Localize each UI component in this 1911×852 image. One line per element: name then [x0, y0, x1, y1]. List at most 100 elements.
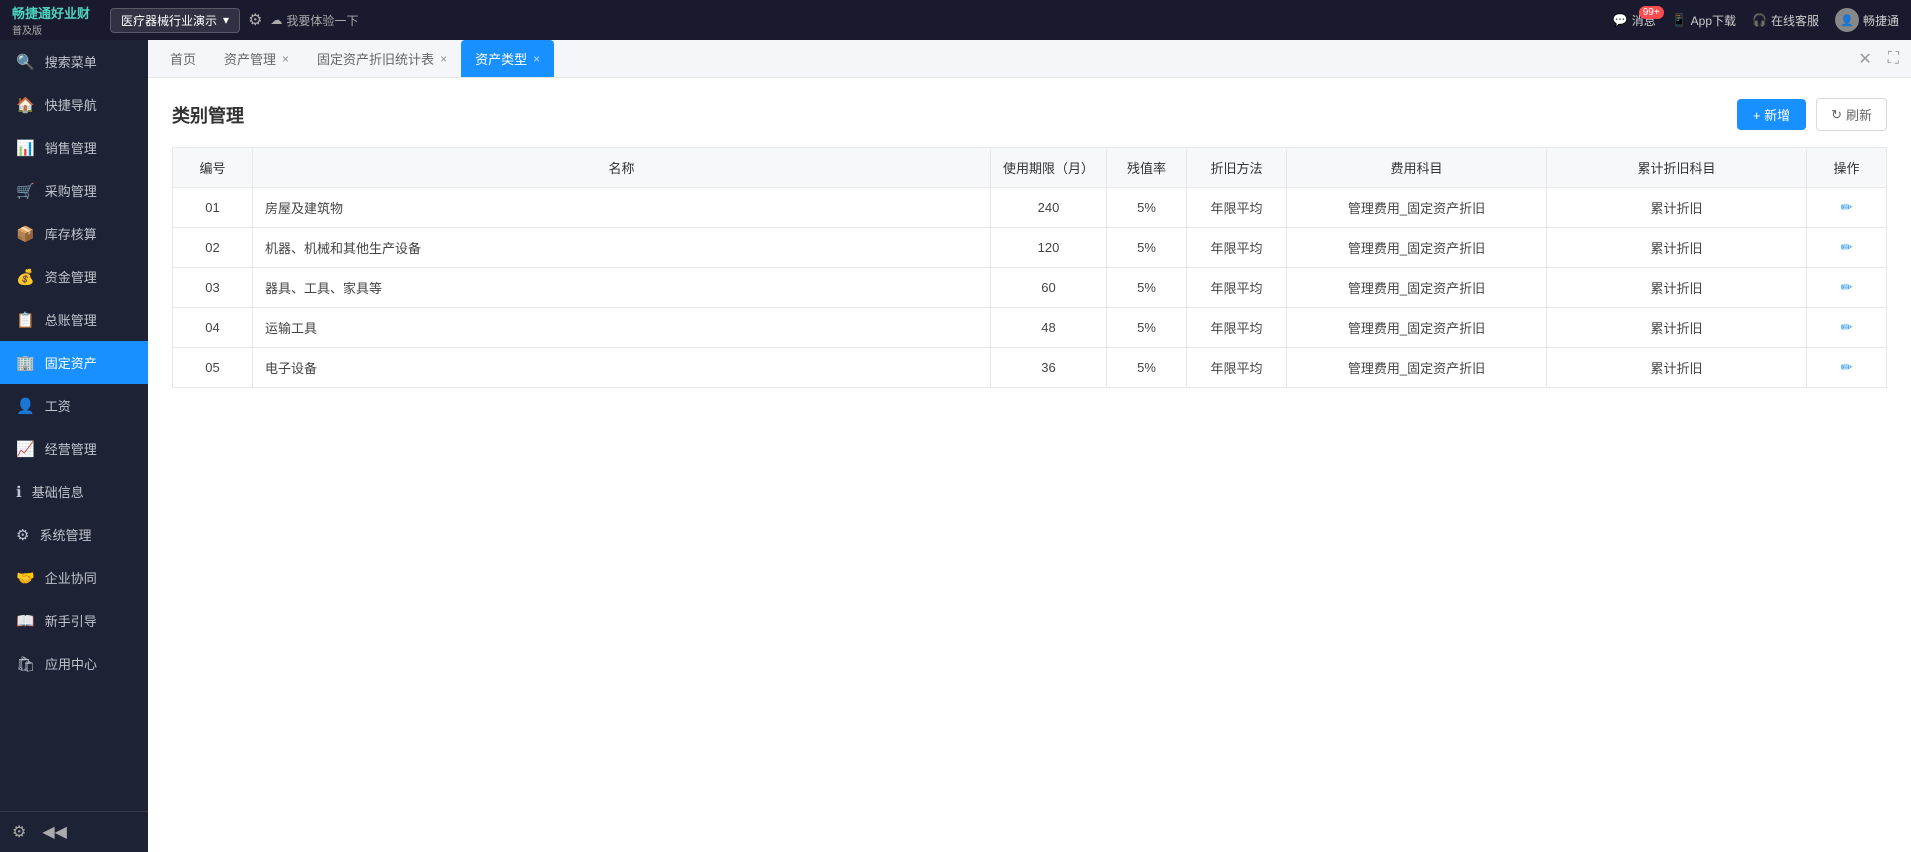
edit-button[interactable]: ✏: [1841, 199, 1853, 215]
cell-residual: 5%: [1107, 308, 1187, 348]
experience-btn[interactable]: ☁ 我要体验一下: [270, 12, 358, 29]
cell-period: 240: [990, 188, 1106, 228]
sidebar-item-guide[interactable]: 📖 新手引导: [0, 599, 148, 642]
sidebar-item-search[interactable]: 🔍 搜索菜单: [0, 40, 148, 83]
cell-name: 机器、机械和其他生产设备: [253, 228, 991, 268]
cell-method: 年限平均: [1187, 308, 1287, 348]
guide-icon: 📖: [16, 612, 35, 630]
tab-close-window-icon[interactable]: ✕: [1854, 47, 1875, 71]
tab-close-icon[interactable]: ×: [282, 53, 289, 65]
sidebar-item-inventory[interactable]: 📦 库存核算: [0, 212, 148, 255]
download-icon: 📱: [1672, 13, 1687, 27]
app-center-icon: 🛍: [16, 655, 35, 673]
cell-period: 36: [990, 348, 1106, 388]
sidebar-item-quicknav[interactable]: 🏠 快捷导航: [0, 83, 148, 126]
header-actions: + 新增 ↻ 刷新: [1737, 98, 1887, 131]
cell-accum: 累计折旧: [1547, 268, 1807, 308]
download-btn[interactable]: 📱 App下载: [1672, 12, 1736, 29]
home-icon: 🏠: [16, 96, 35, 114]
app-branding: 畅捷通好业财 普及版: [12, 3, 90, 37]
sidebar-item-label: 经营管理: [45, 439, 97, 458]
sidebar-item-app-center[interactable]: 🛍 应用中心: [0, 642, 148, 685]
service-btn[interactable]: 🎧 在线客服: [1752, 12, 1819, 29]
cell-name: 房屋及建筑物: [253, 188, 991, 228]
finance-icon: 💰: [16, 268, 35, 286]
sidebar-item-system[interactable]: ⚙ 系统管理: [0, 513, 148, 556]
refresh-button[interactable]: ↻ 刷新: [1816, 98, 1887, 131]
edit-button[interactable]: ✏: [1841, 359, 1853, 375]
table-row: 03 器具、工具、家具等 60 5% 年限平均 管理费用_固定资产折旧 累计折旧…: [173, 268, 1887, 308]
cell-method: 年限平均: [1187, 188, 1287, 228]
sidebar-item-label: 企业协同: [45, 568, 97, 587]
tab-bar-actions: ✕ ⛶: [1854, 47, 1903, 71]
ledger-icon: 📋: [16, 311, 35, 329]
tab-asset-management-label: 资产管理: [224, 49, 276, 68]
sales-icon: 📊: [16, 139, 35, 157]
cell-method: 年限平均: [1187, 228, 1287, 268]
tab-depreciation-table[interactable]: 固定资产折旧统计表 ×: [303, 40, 461, 77]
sidebar-item-label: 搜索菜单: [45, 52, 97, 71]
tab-expand-icon[interactable]: ⛶: [1884, 48, 1903, 70]
new-button[interactable]: + 新增: [1737, 99, 1806, 130]
sidebar-item-label: 固定资产: [45, 353, 97, 372]
cell-expense: 管理费用_固定资产折旧: [1287, 308, 1547, 348]
tab-close-icon[interactable]: ×: [533, 53, 540, 65]
col-header-accum: 累计折旧科目: [1547, 148, 1807, 188]
page-title: 类别管理: [172, 102, 244, 128]
top-bar-right: 💬 消息 99+ 📱 App下载 🎧 在线客服 👤 畅捷通: [1613, 8, 1899, 32]
edit-button[interactable]: ✏: [1841, 279, 1853, 295]
cell-residual: 5%: [1107, 228, 1187, 268]
col-header-code: 编号: [173, 148, 253, 188]
cell-action: ✏: [1807, 228, 1887, 268]
sidebar-item-fixed-assets[interactable]: 🏢 固定资产: [0, 341, 148, 384]
cell-accum: 累计折旧: [1547, 228, 1807, 268]
sidebar-item-basic-info[interactable]: ℹ 基础信息: [0, 470, 148, 513]
tab-depreciation-label: 固定资产折旧统计表: [317, 49, 434, 68]
cell-accum: 累计折旧: [1547, 348, 1807, 388]
workspace-selector[interactable]: 医疗器械行业演示 ▾: [110, 8, 240, 33]
table-row: 04 运输工具 48 5% 年限平均 管理费用_固定资产折旧 累计折旧 ✏: [173, 308, 1887, 348]
sidebar-item-payroll[interactable]: 👤 工资: [0, 384, 148, 427]
sidebar-bottom: ⚙ ◀◀: [0, 811, 148, 852]
tab-home[interactable]: 首页: [156, 40, 210, 77]
workspace-settings-icon[interactable]: ⚙: [248, 10, 262, 30]
sidebar-collapse-icon[interactable]: ◀◀: [42, 822, 67, 842]
cell-residual: 5%: [1107, 268, 1187, 308]
tab-asset-management[interactable]: 资产管理 ×: [210, 40, 303, 77]
sidebar-item-label: 应用中心: [45, 654, 97, 673]
sidebar-item-sales[interactable]: 📊 销售管理: [0, 126, 148, 169]
tab-close-icon[interactable]: ×: [440, 53, 447, 65]
cell-code: 02: [173, 228, 253, 268]
info-icon: ℹ: [16, 483, 22, 501]
edit-button[interactable]: ✏: [1841, 239, 1853, 255]
sidebar-settings-icon[interactable]: ⚙: [12, 822, 26, 842]
sidebar-item-label: 销售管理: [45, 138, 97, 157]
category-table: 编号 名称 使用期限（月） 残值率 折旧方法 费用科目 累计折旧科目 操作 01…: [172, 147, 1887, 388]
sidebar-item-purchase[interactable]: 🛒 采购管理: [0, 169, 148, 212]
sidebar-item-collab[interactable]: 🤝 企业协同: [0, 556, 148, 599]
table-row: 02 机器、机械和其他生产设备 120 5% 年限平均 管理费用_固定资产折旧 …: [173, 228, 1887, 268]
user-btn[interactable]: 👤 畅捷通: [1835, 8, 1899, 32]
edit-button[interactable]: ✏: [1841, 319, 1853, 335]
operations-icon: 📈: [16, 440, 35, 458]
tab-asset-type[interactable]: 资产类型 ×: [461, 40, 554, 77]
table-row: 05 电子设备 36 5% 年限平均 管理费用_固定资产折旧 累计折旧 ✏: [173, 348, 1887, 388]
chevron-down-icon: ▾: [223, 13, 229, 27]
sidebar-item-finance[interactable]: 💰 资金管理: [0, 255, 148, 298]
cell-expense: 管理费用_固定资产折旧: [1287, 348, 1547, 388]
cell-period: 60: [990, 268, 1106, 308]
cell-accum: 累计折旧: [1547, 308, 1807, 348]
cell-expense: 管理费用_固定资产折旧: [1287, 188, 1547, 228]
app-logo: 畅捷通好业财 普及版: [12, 3, 90, 37]
cell-accum: 累计折旧: [1547, 188, 1807, 228]
sidebar-item-label: 快捷导航: [45, 95, 97, 114]
sidebar-item-ledger[interactable]: 📋 总账管理: [0, 298, 148, 341]
search-icon: 🔍: [16, 53, 35, 71]
cell-expense: 管理费用_固定资产折旧: [1287, 228, 1547, 268]
sidebar-item-label: 总账管理: [45, 310, 97, 329]
message-btn[interactable]: 💬 消息 99+: [1613, 12, 1656, 29]
sidebar-item-label: 基础信息: [32, 482, 84, 501]
sidebar-item-label: 采购管理: [45, 181, 97, 200]
sidebar-item-operations[interactable]: 📈 经营管理: [0, 427, 148, 470]
col-header-period: 使用期限（月）: [990, 148, 1106, 188]
